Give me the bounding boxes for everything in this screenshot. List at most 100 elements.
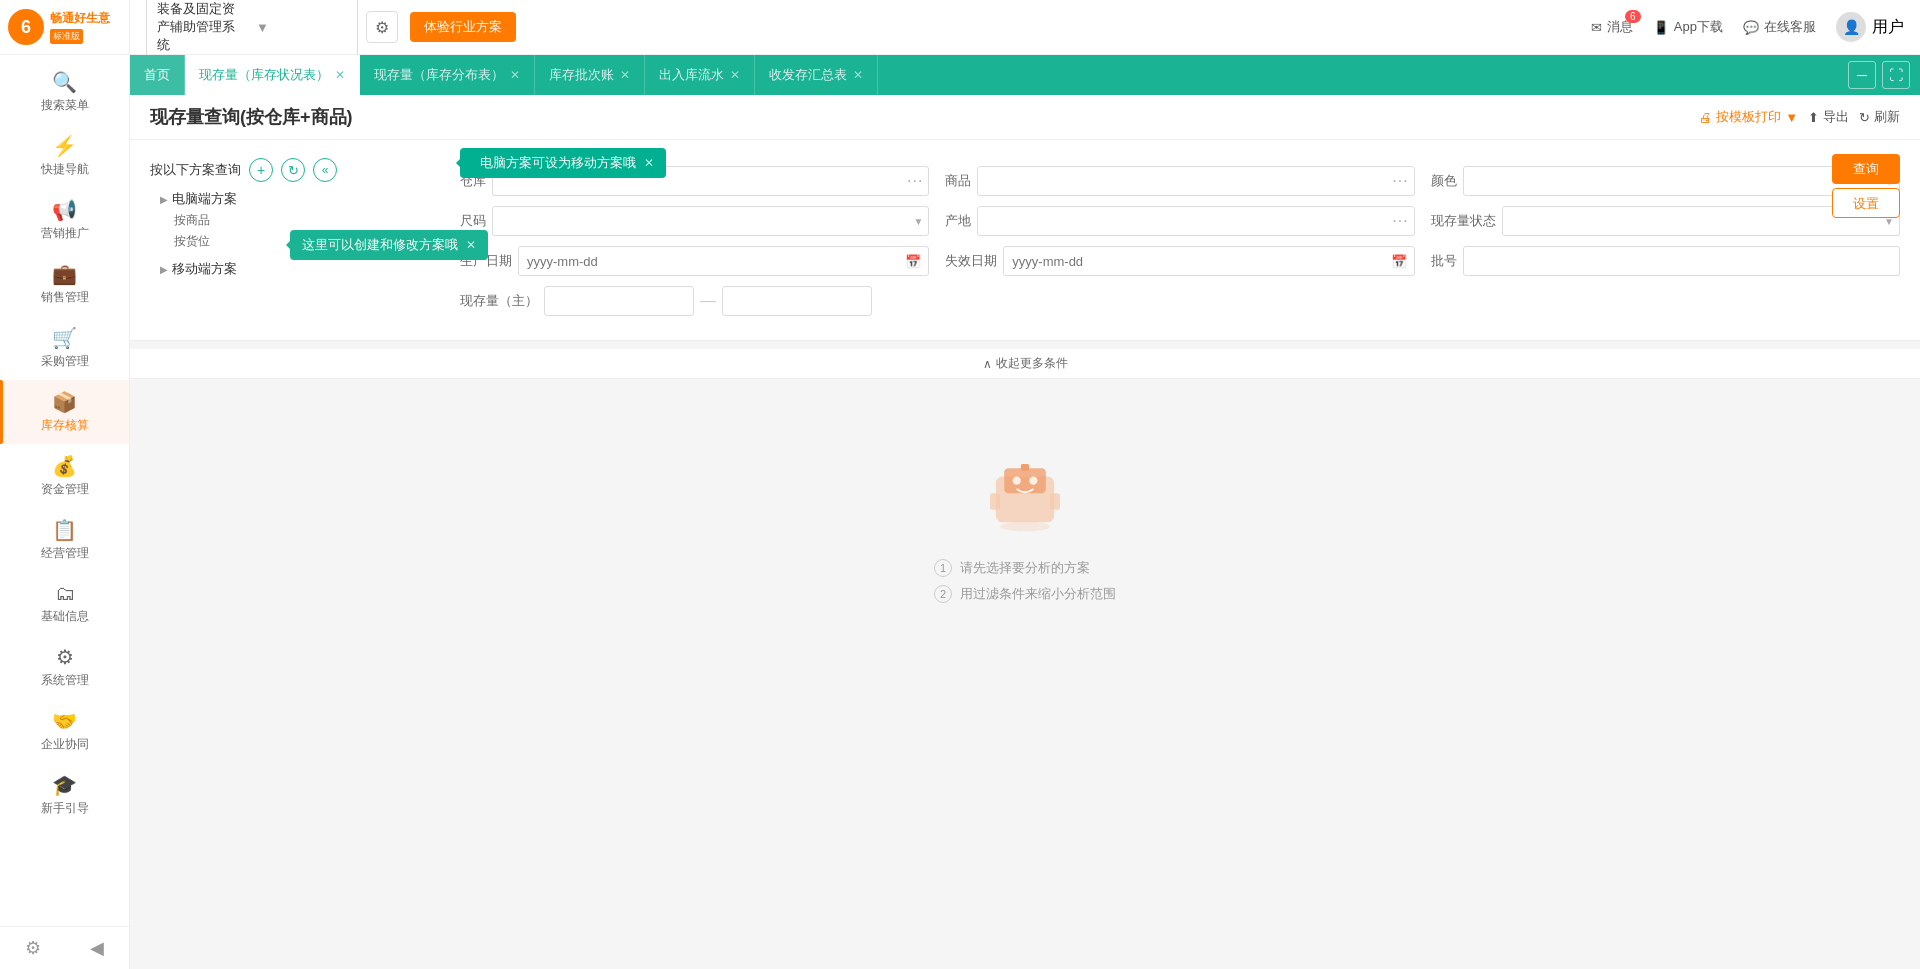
tab-inventory-status-label: 现存量（库存状况表）	[199, 66, 329, 84]
scheme-pc-label: 电脑端方案	[172, 190, 237, 208]
tab-close-batch[interactable]: ✕	[620, 68, 630, 82]
sidebar-item-quick-nav[interactable]: ⚡ 快捷导航	[0, 124, 129, 188]
tab-receive-summary[interactable]: 收发存汇总表 ✕	[755, 55, 878, 95]
scheme-pc-arrow: ▶	[160, 194, 168, 205]
tab-window-controls: ─ ⛶	[1838, 61, 1920, 89]
sidebar-label-system: 系统管理	[41, 672, 89, 689]
marketing-icon: 📢	[52, 198, 77, 222]
app-download-button[interactable]: 📱 App下载	[1653, 18, 1723, 36]
add-scheme-button[interactable]: +	[249, 158, 273, 182]
add-tooltip-close[interactable]: ✕	[644, 156, 654, 170]
sidebar-item-sales[interactable]: 💼 销售管理	[0, 252, 129, 316]
expire-date-input[interactable]	[1003, 246, 1414, 276]
basic-icon: 🗂	[55, 582, 75, 605]
sidebar-item-operation[interactable]: 📋 经营管理	[0, 508, 129, 572]
sidebar-item-enterprise[interactable]: 🤝 企业协同	[0, 699, 129, 763]
tab-home[interactable]: 首页	[130, 55, 185, 95]
svg-point-2	[1013, 477, 1021, 485]
refresh-icon: ↻	[1859, 110, 1870, 125]
collapse-up-icon: ∧	[983, 357, 992, 371]
operation-icon: 📋	[52, 518, 77, 542]
download-icon: 📱	[1653, 20, 1669, 35]
quick-nav-icon: ⚡	[52, 134, 77, 158]
refresh-button[interactable]: ↻ 刷新	[1859, 108, 1900, 126]
service-label: 在线客服	[1764, 18, 1816, 36]
online-service-button[interactable]: 💬 在线客服	[1743, 18, 1816, 36]
produce-date-calendar-icon[interactable]: 📅	[905, 254, 921, 269]
industry-btn[interactable]: 体验行业方案	[410, 12, 516, 42]
page-body: 现存量查询(按仓库+商品) 🖨 按模板打印 ▼ ⬆ 导出 ↻ 刷新	[130, 95, 1920, 969]
sidebar-item-finance[interactable]: 💰 资金管理	[0, 444, 129, 508]
edit-tooltip-close[interactable]: ✕	[466, 238, 476, 252]
origin-input[interactable]	[977, 206, 1414, 236]
tab-inventory-status[interactable]: 现存量（库存状况表） ✕	[185, 55, 360, 95]
sidebar-item-purchase[interactable]: 🛒 采购管理	[0, 316, 129, 380]
scheme-sub-item2[interactable]: 按货位	[174, 233, 280, 250]
tip-num-2: 2	[934, 585, 952, 603]
filter-label: 按以下方案查询	[150, 161, 241, 179]
page-header-actions: 🖨 按模板打印 ▼ ⬆ 导出 ↻ 刷新	[1699, 108, 1900, 126]
back-scheme-button[interactable]: «	[313, 158, 337, 182]
sidebar-item-inventory[interactable]: 📦 库存核算	[0, 380, 129, 444]
main-content: 装备及固定资产辅助管理系统 ▼ ⚙ 体验行业方案 ✉ 消息 6 📱 App下载 …	[130, 0, 1920, 969]
sidebar-item-guide[interactable]: 🎓 新手引导	[0, 763, 129, 827]
tab-in-out-flow[interactable]: 出入库流水 ✕	[645, 55, 755, 95]
settings-button[interactable]: ⚙	[25, 937, 41, 959]
system-icon: ⚙	[56, 645, 74, 669]
sidebar-item-system[interactable]: ⚙ 系统管理	[0, 635, 129, 699]
size-input[interactable]	[492, 206, 929, 236]
page-header: 现存量查询(按仓库+商品) 🖨 按模板打印 ▼ ⬆ 导出 ↻ 刷新	[130, 95, 1920, 140]
top-header: 装备及固定资产辅助管理系统 ▼ ⚙ 体验行业方案 ✉ 消息 6 📱 App下载 …	[130, 0, 1920, 55]
scheme-sub-item1[interactable]: 按商品	[174, 212, 280, 229]
tab-inventory-dist[interactable]: 现存量（库存分布表） ✕	[360, 55, 535, 95]
add-tooltip-text: 电脑方案可设为移动方案哦	[480, 154, 636, 172]
system-select-arrow: ▼	[256, 20, 347, 35]
batch-input[interactable]	[1463, 246, 1900, 276]
stock-main-from-input[interactable]	[544, 286, 694, 316]
reset-button[interactable]: 设置	[1832, 188, 1900, 218]
user-name: 用户	[1872, 17, 1904, 38]
tab-close-receive[interactable]: ✕	[853, 68, 863, 82]
refresh-scheme-button[interactable]: ↻	[281, 158, 305, 182]
settings-gear-button[interactable]: ⚙	[366, 11, 398, 43]
sidebar-label-marketing: 营销推广	[41, 225, 89, 242]
tab-bar: 首页 现存量（库存状况表） ✕ 现存量（库存分布表） ✕ 库存批次账 ✕ 出入库…	[130, 55, 1920, 95]
product-input[interactable]	[977, 166, 1414, 196]
sidebar-item-search[interactable]: 🔍 搜索菜单	[0, 60, 129, 124]
query-button[interactable]: 查询	[1832, 154, 1900, 184]
scheme-mobile-arrow: ▶	[160, 264, 168, 275]
produce-date-input[interactable]	[518, 246, 929, 276]
empty-state-illustration	[975, 439, 1075, 539]
tab-home-label: 首页	[144, 66, 170, 84]
collapse-sidebar-button[interactable]: ◀	[90, 937, 104, 959]
maximize-button[interactable]: ⛶	[1882, 61, 1910, 89]
user-menu[interactable]: 👤 用户	[1836, 12, 1904, 42]
message-badge: 6	[1625, 10, 1641, 23]
origin-field-wrapper: ···	[977, 206, 1414, 236]
tab-receive-label: 收发存汇总表	[769, 66, 847, 84]
logo-icon: 6	[8, 9, 44, 45]
scheme-pc[interactable]: ▶ 电脑端方案	[160, 190, 280, 208]
tab-close-inout[interactable]: ✕	[730, 68, 740, 82]
expire-date-calendar-icon[interactable]: 📅	[1391, 254, 1407, 269]
tab-close-inventory-dist[interactable]: ✕	[510, 68, 520, 82]
batch-field-wrapper	[1463, 246, 1900, 276]
stock-main-to-input[interactable]	[722, 286, 872, 316]
svg-rect-5	[990, 493, 1000, 510]
scheme-mobile[interactable]: ▶ 移动端方案	[160, 260, 280, 278]
message-button[interactable]: ✉ 消息 6	[1591, 18, 1633, 36]
collapse-bar[interactable]: ∧ 收起更多条件	[130, 349, 1920, 379]
template-print-label: 按模板打印	[1716, 108, 1781, 126]
svg-rect-6	[1050, 493, 1060, 510]
empty-tip-1: 1 请先选择要分析的方案	[934, 559, 1116, 577]
sidebar-item-basic[interactable]: 🗂 基础信息	[0, 572, 129, 635]
tab-batch-account[interactable]: 库存批次账 ✕	[535, 55, 645, 95]
system-name: 装备及固定资产辅助管理系统	[157, 0, 248, 54]
guide-icon: 🎓	[52, 773, 77, 797]
system-select[interactable]: 装备及固定资产辅助管理系统 ▼	[146, 0, 358, 59]
export-button[interactable]: ⬆ 导出	[1808, 108, 1849, 126]
sidebar-item-marketing[interactable]: 📢 营销推广	[0, 188, 129, 252]
template-print-button[interactable]: 🖨 按模板打印 ▼	[1699, 108, 1798, 126]
minimize-button[interactable]: ─	[1848, 61, 1876, 89]
tab-close-inventory-status[interactable]: ✕	[335, 68, 345, 82]
